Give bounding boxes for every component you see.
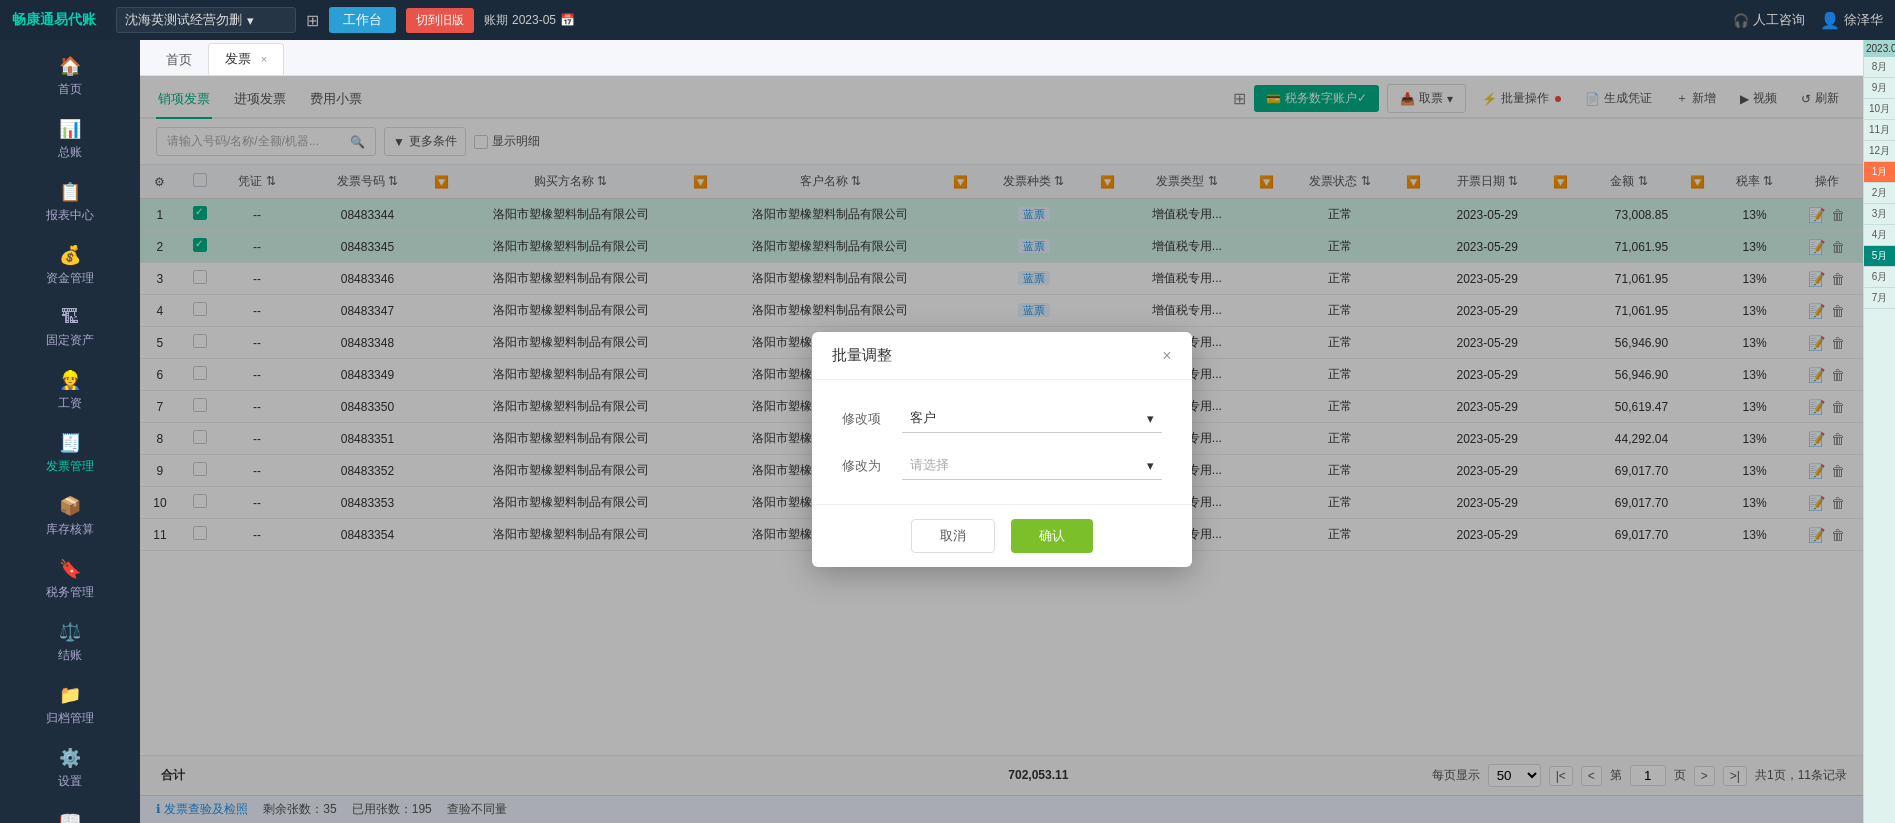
inventory-icon: 📦 bbox=[59, 495, 81, 517]
sidebar-item-inventory[interactable]: 📦 库存核算 bbox=[0, 485, 140, 548]
sidebar-item-label: 结账 bbox=[58, 647, 82, 664]
tab-close-icon[interactable]: × bbox=[261, 53, 267, 65]
confirm-button[interactable]: 确认 bbox=[1011, 519, 1093, 553]
sidebar-item-label: 归档管理 bbox=[46, 710, 94, 727]
sidebar-item-label: 发票管理 bbox=[46, 458, 94, 475]
sidebar-item-invoice[interactable]: 🧾 发票管理 bbox=[0, 422, 140, 485]
sidebar-item-home[interactable]: 🏠 首页 bbox=[0, 45, 140, 108]
cal-month-12[interactable]: 12月 bbox=[1864, 141, 1895, 162]
sidebar-item-label: 资金管理 bbox=[46, 270, 94, 287]
close-books-icon: ⚖️ bbox=[59, 621, 81, 643]
main-layout: 🏠 首页 📊 总账 📋 报表中心 💰 资金管理 🏗 固定资产 👷 工资 🧾 发票… bbox=[0, 40, 1895, 823]
sidebar-item-label: 总账 bbox=[58, 144, 82, 161]
service-button[interactable]: 🎧 人工咨询 bbox=[1733, 11, 1805, 29]
cal-month-10[interactable]: 10月 bbox=[1864, 99, 1895, 120]
tab-home[interactable]: 首页 bbox=[150, 45, 208, 75]
dropdown-chevron-icon: ▾ bbox=[1147, 411, 1154, 426]
cal-month-2[interactable]: 2月 bbox=[1864, 183, 1895, 204]
settings-icon: ⚙️ bbox=[59, 747, 81, 769]
cal-month-7[interactable]: 7月 bbox=[1864, 288, 1895, 309]
cal-month-5[interactable]: 5月 bbox=[1864, 246, 1895, 267]
value-label: 修改为 bbox=[842, 457, 892, 475]
field-dropdown[interactable]: 客户 ▾ bbox=[902, 404, 1162, 433]
sidebar-item-settings[interactable]: ⚙️ 设置 bbox=[0, 737, 140, 800]
sidebar: 🏠 首页 📊 总账 📋 报表中心 💰 资金管理 🏗 固定资产 👷 工资 🧾 发票… bbox=[0, 40, 140, 823]
field-value: 客户 bbox=[910, 409, 936, 427]
period-label: 账期 bbox=[484, 12, 508, 29]
sidebar-item-label: 报表中心 bbox=[46, 207, 94, 224]
sidebar-item-tax[interactable]: 🔖 税务管理 bbox=[0, 548, 140, 611]
user-name-label: 徐泽华 bbox=[1844, 11, 1883, 29]
dropdown-chevron2-icon: ▾ bbox=[1147, 458, 1154, 473]
report-icon: 📋 bbox=[59, 181, 81, 203]
top-bar: 畅康通易代账 沈海英测试经营勿删 ▾ ⊞ 工作台 切到旧版 账期 2023-05… bbox=[0, 0, 1895, 40]
value-dropdown[interactable]: 请选择 ▾ bbox=[902, 451, 1162, 480]
value-placeholder: 请选择 bbox=[910, 456, 949, 474]
sidebar-item-salary[interactable]: 👷 工资 bbox=[0, 359, 140, 422]
batch-adjust-modal: 批量调整 × 修改项 客户 ▾ 修改为 bbox=[812, 332, 1192, 567]
company-name: 沈海英测试经营勿删 bbox=[125, 11, 242, 29]
sidebar-item-label: 首页 bbox=[58, 81, 82, 98]
period-value: 2023-05 bbox=[512, 13, 556, 27]
calendar-panel: 2023.0 8月 9月 10月 11月 12月 1月 2月 3月 4月 5月 … bbox=[1863, 40, 1895, 823]
finance-icon: 💰 bbox=[59, 244, 81, 266]
sidebar-item-label: 固定资产 bbox=[46, 332, 94, 349]
page-content: 销项发票 进项发票 费用小票 ⊞ 💳 税务数字账户✓ 📥 取票 bbox=[140, 76, 1863, 823]
tab-home-label: 首页 bbox=[166, 52, 192, 67]
sidebar-item-report[interactable]: 📋 报表中心 bbox=[0, 171, 140, 234]
modal-body: 修改项 客户 ▾ 修改为 请选择 ▾ bbox=[812, 380, 1192, 504]
top-bar-right: 🎧 人工咨询 👤 徐泽华 bbox=[1733, 11, 1883, 30]
sidebar-item-label: 工资 bbox=[58, 395, 82, 412]
cal-month-8[interactable]: 8月 bbox=[1864, 57, 1895, 78]
sidebar-item-guide[interactable]: 📖 新手引导 bbox=[0, 800, 140, 823]
archive-icon: 📁 bbox=[59, 684, 81, 706]
salary-icon: 👷 bbox=[59, 369, 81, 391]
invoice-icon: 🧾 bbox=[59, 432, 81, 454]
period-switch-button[interactable]: 切到旧版 bbox=[406, 8, 474, 33]
sidebar-item-ledger[interactable]: 📊 总账 bbox=[0, 108, 140, 171]
sidebar-item-archive[interactable]: 📁 归档管理 bbox=[0, 674, 140, 737]
guide-icon: 📖 bbox=[59, 810, 81, 823]
cancel-button[interactable]: 取消 bbox=[911, 519, 995, 553]
ledger-icon: 📊 bbox=[59, 118, 81, 140]
sidebar-item-finance[interactable]: 💰 资金管理 bbox=[0, 234, 140, 297]
home-icon: 🏠 bbox=[59, 55, 81, 77]
value-select-row: 修改为 请选择 ▾ bbox=[842, 451, 1162, 480]
modal-footer: 取消 确认 bbox=[812, 504, 1192, 567]
sidebar-item-label: 库存核算 bbox=[46, 521, 94, 538]
sidebar-item-label: 税务管理 bbox=[46, 584, 94, 601]
app-logo: 畅康通易代账 bbox=[12, 11, 96, 29]
user-avatar-icon: 👤 bbox=[1820, 11, 1840, 30]
modal-title: 批量调整 bbox=[832, 346, 892, 365]
field-label: 修改项 bbox=[842, 410, 892, 428]
modal-header: 批量调整 × bbox=[812, 332, 1192, 380]
sidebar-item-close[interactable]: ⚖️ 结账 bbox=[0, 611, 140, 674]
tab-invoice[interactable]: 发票 × bbox=[208, 43, 284, 75]
tab-bar: 首页 发票 × bbox=[140, 40, 1863, 76]
company-icon[interactable]: ⊞ bbox=[306, 11, 319, 30]
company-selector[interactable]: 沈海英测试经营勿删 ▾ bbox=[116, 7, 296, 33]
cal-month-3[interactable]: 3月 bbox=[1864, 204, 1895, 225]
tax-icon: 🔖 bbox=[59, 558, 81, 580]
field-select-row: 修改项 客户 ▾ bbox=[842, 404, 1162, 433]
sidebar-item-assets[interactable]: 🏗 固定资产 bbox=[0, 297, 140, 359]
cal-year: 2023.0 bbox=[1864, 40, 1895, 57]
cal-month-1[interactable]: 1月 bbox=[1864, 162, 1895, 183]
tab-invoice-label: 发票 bbox=[225, 51, 251, 66]
cal-month-6[interactable]: 6月 bbox=[1864, 267, 1895, 288]
headset-icon: 🎧 bbox=[1733, 13, 1749, 28]
assets-icon: 🏗 bbox=[61, 307, 79, 328]
content-area: 首页 发票 × 销项发票 进项发票 费用小票 ⊞ bbox=[140, 40, 1863, 823]
modal-overlay[interactable]: 批量调整 × 修改项 客户 ▾ 修改为 bbox=[140, 76, 1863, 823]
period-info: 账期 2023-05 📅 bbox=[484, 12, 575, 29]
calendar-icon[interactable]: 📅 bbox=[560, 13, 575, 27]
user-menu[interactable]: 👤 徐泽华 bbox=[1820, 11, 1883, 30]
workbench-button[interactable]: 工作台 bbox=[329, 7, 396, 33]
sidebar-item-label: 设置 bbox=[58, 773, 82, 790]
modal-close-button[interactable]: × bbox=[1162, 347, 1171, 365]
company-dropdown-icon: ▾ bbox=[247, 13, 254, 28]
cal-month-11[interactable]: 11月 bbox=[1864, 120, 1895, 141]
cal-month-9[interactable]: 9月 bbox=[1864, 78, 1895, 99]
cal-month-4[interactable]: 4月 bbox=[1864, 225, 1895, 246]
